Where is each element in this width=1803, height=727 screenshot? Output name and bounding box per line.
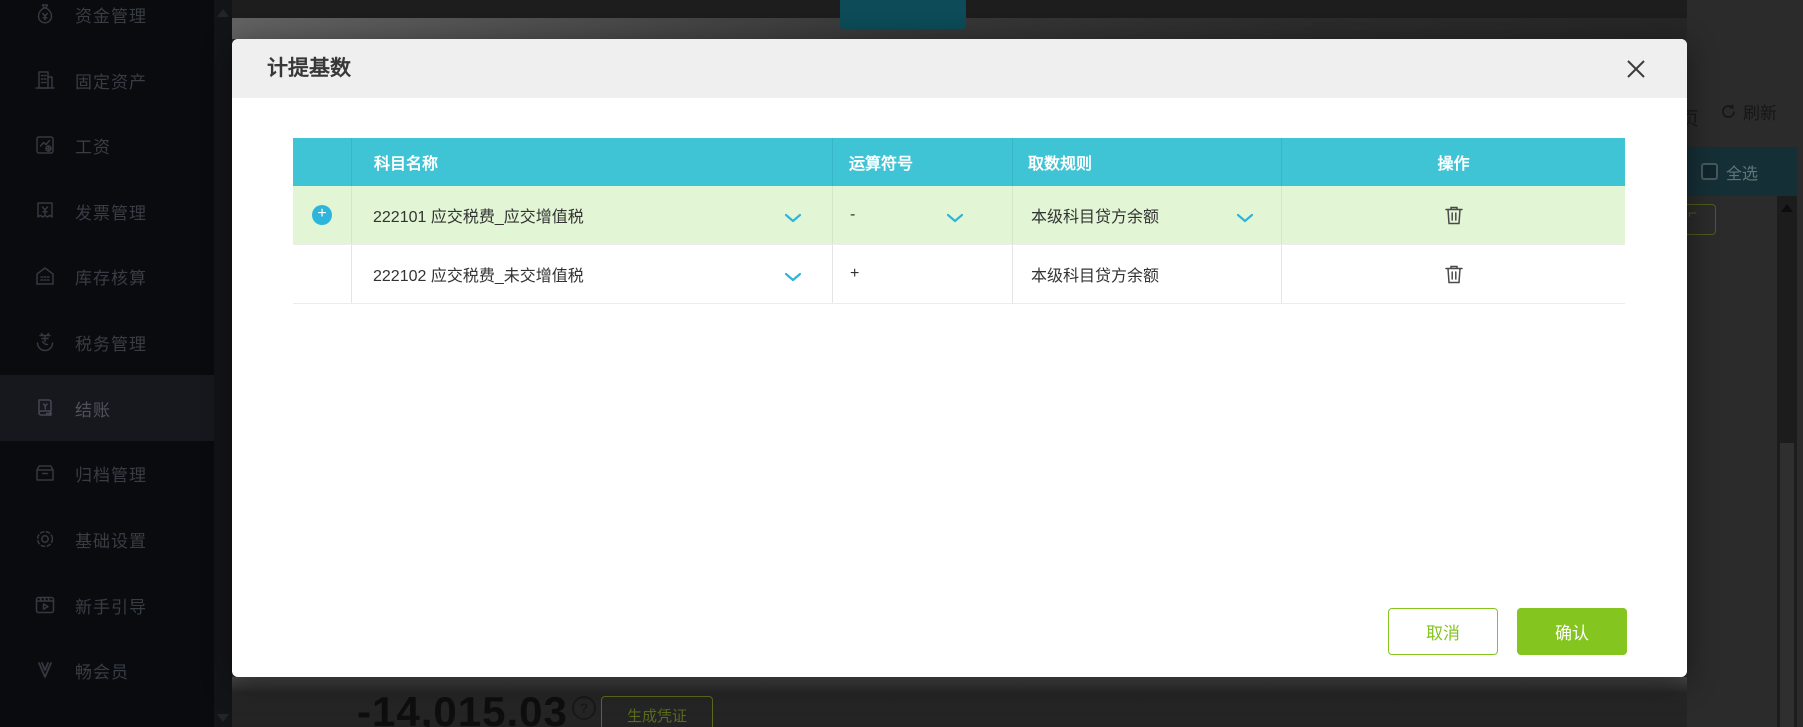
- sidebar-scrollbar[interactable]: [214, 0, 232, 727]
- sidebar-item-10[interactable]: 新手引导: [0, 572, 214, 638]
- dialog-header: 计提基数: [232, 39, 1687, 98]
- dialog-title: 计提基数: [267, 57, 351, 80]
- column-header-add: [293, 138, 352, 186]
- total-amount-value: -14,015.03: [357, 688, 568, 727]
- generate-voucher-button[interactable]: 生成凭证: [601, 696, 713, 727]
- column-header-subject: 科目名称: [352, 138, 833, 186]
- select-all-bar: 全选: [1687, 147, 1797, 196]
- sidebar-item-label: 新手引导: [75, 597, 147, 617]
- confirm-button[interactable]: 确认: [1517, 608, 1627, 655]
- sidebar-item-7[interactable]: 结账: [0, 375, 214, 441]
- sidebar-item-label: 结账: [75, 400, 111, 420]
- column-header-operator: 运算符号: [833, 138, 1013, 186]
- operator-dropdown[interactable]: -: [833, 186, 1013, 244]
- sidebar-item-label: 归档管理: [75, 465, 147, 485]
- table-body: +222101 应交税费_应交增值税 - 本级科目贷方余额 222102 应交税费_未…: [293, 186, 1625, 304]
- sidebar-scroll-up-icon[interactable]: [217, 9, 229, 17]
- invoice-icon: [33, 199, 57, 223]
- close-icon[interactable]: [1625, 58, 1647, 80]
- accrual-base-dialog: 计提基数 科目名称 运算符号 取数规则 操作 +222101 应交税费_应交增值…: [232, 39, 1687, 677]
- sidebar-item-1[interactable]: 资金管理: [0, 0, 214, 47]
- sidebar-item-8[interactable]: 归档管理: [0, 440, 214, 506]
- sidebar-item-label: 发票管理: [75, 203, 147, 223]
- sidebar-item-5[interactable]: 库存核算: [0, 243, 214, 309]
- sidebar-item-2[interactable]: 固定资产: [0, 47, 214, 113]
- table-row: 222102 应交税费_未交增值税 + 本级科目贷方余额: [293, 245, 1625, 304]
- delete-row-button[interactable]: [1443, 262, 1465, 286]
- refresh-label: 刷新: [1743, 103, 1777, 123]
- cancel-button[interactable]: 取消: [1388, 608, 1498, 655]
- vip-v-icon: [33, 658, 57, 682]
- operator-dropdown[interactable]: +: [833, 245, 1013, 303]
- warehouse-icon: [33, 264, 57, 288]
- scroll-up-arrow-icon[interactable]: [1781, 204, 1793, 212]
- chevron-down-icon[interactable]: [946, 210, 964, 223]
- sidebar-item-9[interactable]: 基础设置: [0, 506, 214, 572]
- dimmed-teal-button: [840, 0, 966, 29]
- rule-dropdown[interactable]: 本级科目贷方余额: [1013, 186, 1282, 244]
- select-all-label: 全选: [1726, 165, 1759, 183]
- sidebar-item-6[interactable]: 税务管理: [0, 309, 214, 375]
- sidebar-item-label: 固定资产: [75, 72, 147, 92]
- closing-book-icon: [33, 396, 57, 420]
- sidebar-item-4[interactable]: 发票管理: [0, 178, 214, 244]
- accrual-table: 科目名称 运算符号 取数规则 操作 +222101 应交税费_应交增值税 - 本级科…: [293, 138, 1625, 304]
- subject-dropdown[interactable]: 222102 应交税费_未交增值税: [352, 245, 833, 303]
- column-header-actions: 操作: [1437, 156, 1470, 173]
- actions-cell: [1282, 245, 1625, 303]
- sidebar-item-11[interactable]: 畅会员: [0, 637, 214, 703]
- archive-icon: [33, 461, 57, 485]
- sidebar-item-label: 畅会员: [75, 662, 129, 682]
- chevron-down-icon[interactable]: [1236, 210, 1254, 223]
- table-header-row: 科目名称 运算符号 取数规则 操作: [293, 138, 1625, 186]
- sidebar-item-label: 资金管理: [75, 6, 147, 26]
- money-bag-icon: [33, 2, 57, 26]
- help-icon[interactable]: ?: [572, 696, 596, 720]
- refresh-button[interactable]: 刷新: [1720, 99, 1777, 123]
- row-add-cell: [293, 245, 352, 303]
- actions-cell: [1282, 186, 1625, 244]
- sidebar-item-label: 库存核算: [75, 268, 147, 288]
- salary-report-icon: [33, 133, 57, 157]
- sidebar-item-label: 工资: [75, 137, 111, 157]
- chevron-down-icon[interactable]: [784, 269, 802, 282]
- refresh-icon: [1722, 103, 1735, 118]
- add-row-button[interactable]: +: [312, 205, 332, 225]
- rule-dropdown[interactable]: 本级科目贷方余额: [1013, 245, 1282, 303]
- dimmed-button-fragment: ⌐: [1687, 204, 1716, 235]
- page-scrollbar-thumb[interactable]: [1780, 443, 1794, 727]
- sidebar-scroll-down-icon[interactable]: [217, 714, 229, 722]
- table-row: +222101 应交税费_应交增值税 - 本级科目贷方余额: [293, 186, 1625, 245]
- guide-play-icon: [33, 593, 57, 617]
- screen: 页 刷新 全选 ⌐ -14,015.03 ? 生成凭证 资金管理 固定资产 工资 发票…: [0, 0, 1803, 727]
- sidebar-item-3[interactable]: 工资: [0, 112, 214, 178]
- delete-row-button[interactable]: [1443, 203, 1465, 227]
- chevron-down-icon[interactable]: [784, 210, 802, 223]
- select-all-checkbox[interactable]: [1701, 163, 1718, 180]
- column-header-rule: 取数规则: [1013, 138, 1282, 186]
- sidebar-item-label: 基础设置: [75, 531, 147, 551]
- subject-dropdown[interactable]: 222101 应交税费_应交增值税: [352, 186, 833, 244]
- gear-icon: [33, 527, 57, 551]
- row-add-cell: +: [293, 186, 352, 244]
- sidebar: 资金管理固定资产工资发票管理库存核算税务管理结账归档管理基础设置新手引导畅会员: [0, 0, 214, 727]
- building-icon: [33, 68, 57, 92]
- tax-icon: [33, 330, 57, 354]
- sidebar-item-label: 税务管理: [75, 334, 147, 354]
